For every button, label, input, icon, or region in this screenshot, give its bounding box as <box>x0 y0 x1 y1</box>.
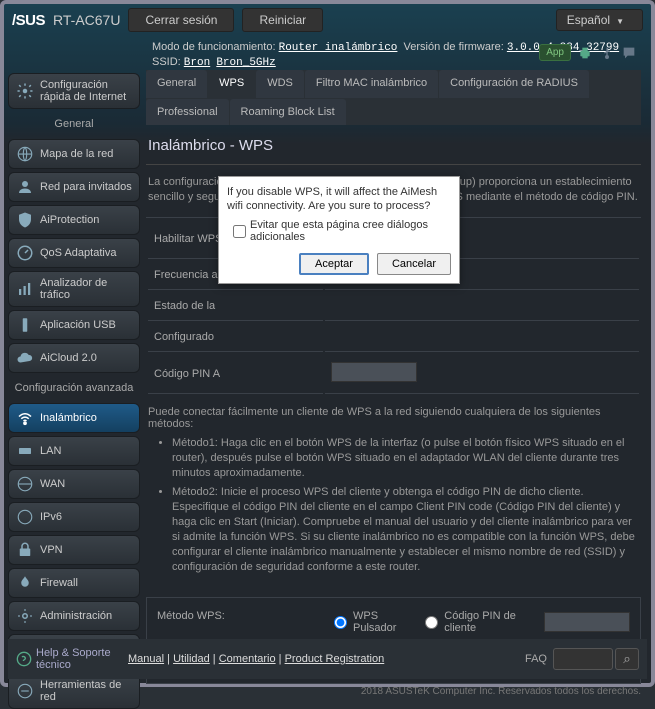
sidebar-guest-network[interactable]: Red para invitados <box>8 172 140 202</box>
sidebar-section-advanced: Configuración avanzada <box>8 376 140 400</box>
ssid-2: Bron_5GHz <box>216 57 275 69</box>
radio-wps-pin[interactable] <box>425 616 438 629</box>
lan-icon <box>16 442 34 460</box>
app-badge[interactable]: App <box>539 44 571 61</box>
main-content: General WPS WDS Filtro MAC inalámbrico C… <box>140 70 647 639</box>
link-utility[interactable]: Utilidad <box>173 653 210 665</box>
tab-professional[interactable]: Professional <box>146 99 229 125</box>
search-button[interactable]: ⌕ <box>615 648 639 670</box>
copyright: 2018 ASUSTeK Computer Inc. Reservados to… <box>361 686 641 697</box>
feedback-icon[interactable] <box>621 45 637 61</box>
tools-icon <box>16 682 34 700</box>
help-icon <box>16 651 32 667</box>
suppress-dialogs-checkbox[interactable]: Evitar que esta página cree diálogos adi… <box>233 219 451 243</box>
vpn-icon <box>16 541 34 559</box>
tab-mac-filter[interactable]: Filtro MAC inalámbrico <box>305 70 438 98</box>
sidebar-ipv6[interactable]: IPv6 <box>8 502 140 532</box>
cloud-icon <box>16 349 34 367</box>
user-icon <box>16 178 34 196</box>
tab-radius[interactable]: Configuración de RADIUS <box>439 70 589 98</box>
gear-icon <box>16 82 34 100</box>
usb-app-icon <box>16 316 34 334</box>
ipv6-icon <box>16 508 34 526</box>
logout-button[interactable]: Cerrar sesión <box>128 8 234 32</box>
printer-icon[interactable] <box>577 45 593 61</box>
label-pin: Código PIN A <box>148 354 323 394</box>
link-feedback[interactable]: Comentario <box>219 653 276 665</box>
radio-wps-push[interactable] <box>334 616 347 629</box>
firewall-icon <box>16 574 34 592</box>
dialog-message: If you disable WPS, it will affect the A… <box>227 185 451 213</box>
sidebar-admin[interactable]: Administración <box>8 601 140 631</box>
label-state: Estado de la <box>148 292 323 321</box>
operation-mode-link[interactable]: Router inalámbrico <box>279 42 398 54</box>
cancel-button[interactable]: Cancelar <box>377 253 451 275</box>
help-label: Help & Soporte técnico <box>36 647 116 671</box>
sidebar-wan[interactable]: WAN <box>8 469 140 499</box>
model-name: RT-AC67U <box>53 12 120 28</box>
faq-label: FAQ <box>525 653 547 665</box>
label-configured: Configurado <box>148 323 323 352</box>
method-1: Método1: Haga clic en el botón WPS de la… <box>172 436 639 481</box>
reboot-button[interactable]: Reiniciar <box>242 8 323 32</box>
tab-roaming[interactable]: Roaming Block List <box>230 99 346 125</box>
confirm-dialog: If you disable WPS, it will affect the A… <box>218 176 460 284</box>
link-registration[interactable]: Product Registration <box>285 653 385 665</box>
sidebar-vpn[interactable]: VPN <box>8 535 140 565</box>
sidebar-section-general: General <box>8 112 140 136</box>
accept-button[interactable]: Aceptar <box>299 253 369 275</box>
suppress-checkbox-input[interactable] <box>233 225 246 238</box>
link-manual[interactable]: Manual <box>128 653 164 665</box>
tab-wds[interactable]: WDS <box>256 70 304 98</box>
wifi-icon <box>16 409 34 427</box>
chart-icon <box>16 280 34 298</box>
page-title: Inalámbrico - WPS <box>146 125 641 165</box>
sidebar-usb[interactable]: Aplicación USB <box>8 310 140 340</box>
sidebar: Configuración rápida de Internet General… <box>8 70 140 639</box>
search-input[interactable] <box>553 648 613 670</box>
wan-icon <box>16 475 34 493</box>
sidebar-quick-setup[interactable]: Configuración rápida de Internet <box>8 73 140 109</box>
usb-icon[interactable] <box>599 45 615 61</box>
gauge-icon <box>16 244 34 262</box>
client-pin-input[interactable] <box>544 612 630 632</box>
sidebar-wireless[interactable]: Inalámbrico <box>8 403 140 433</box>
sidebar-traffic[interactable]: Analizador de tráfico <box>8 271 140 307</box>
ssid-1: Bron <box>184 57 210 69</box>
sidebar-aicloud[interactable]: AiCloud 2.0 <box>8 343 140 373</box>
admin-icon <box>16 607 34 625</box>
shield-icon <box>16 211 34 229</box>
sidebar-qos[interactable]: QoS Adaptativa <box>8 238 140 268</box>
brand-logo: /SUS <box>12 12 45 29</box>
sidebar-lan[interactable]: LAN <box>8 436 140 466</box>
tab-general[interactable]: General <box>146 70 207 98</box>
sidebar-firewall[interactable]: Firewall <box>8 568 140 598</box>
sidebar-network-map[interactable]: Mapa de la red <box>8 139 140 169</box>
sidebar-aiprotection[interactable]: AiProtection <box>8 205 140 235</box>
footer: Help & Soporte técnico Manual | Utilidad… <box>8 639 647 679</box>
method-2: Método2: Inicie el proceso WPS del clien… <box>172 485 639 575</box>
language-selector[interactable]: Español <box>556 9 643 31</box>
methods-help: Puede conectar fácilmente un cliente de … <box>146 396 641 589</box>
globe-icon <box>16 145 34 163</box>
tab-wps[interactable]: WPS <box>208 70 255 98</box>
pin-display <box>331 362 417 382</box>
